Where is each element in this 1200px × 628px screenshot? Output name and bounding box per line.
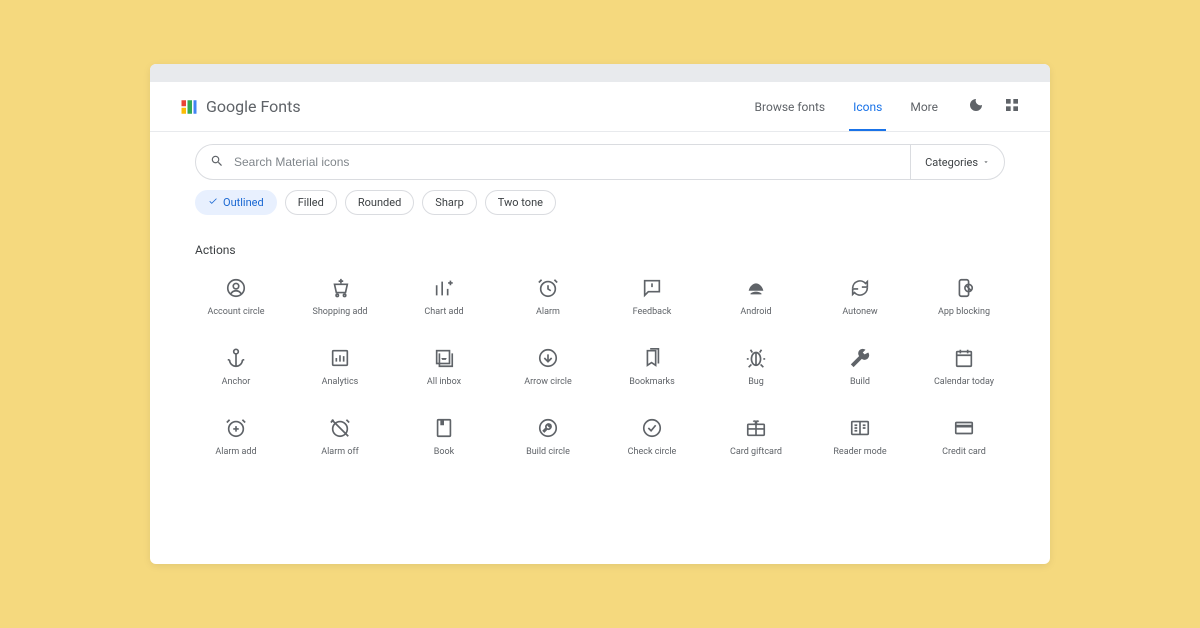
icon-android[interactable]: Android <box>706 271 806 323</box>
icon-label: Build <box>850 377 870 387</box>
icon-feedback[interactable]: Feedback <box>602 271 702 323</box>
app-window: Google Fonts Browse fonts Icons More Cat… <box>150 64 1050 564</box>
icon-all-inbox[interactable]: All inbox <box>394 341 494 393</box>
icon-label: Chart add <box>424 307 463 317</box>
icon-label: Calendar today <box>934 377 994 387</box>
icon-label: All inbox <box>427 377 461 387</box>
icon-build[interactable]: Build <box>810 341 910 393</box>
categories-dropdown[interactable]: Categories <box>910 145 1004 179</box>
icon-label: Autonew <box>842 307 877 317</box>
icon-label: Anchor <box>222 377 251 387</box>
icon-label: Bug <box>748 377 764 387</box>
chip-sharp[interactable]: Sharp <box>422 190 476 215</box>
icon-label: Account circle <box>207 307 264 317</box>
icon-label: Shopping add <box>312 307 367 317</box>
icon-label: Arrow circle <box>524 377 572 387</box>
icon-alarm-off[interactable]: Alarm off <box>290 411 390 463</box>
icon-calendar-today[interactable]: Calendar today <box>914 341 1014 393</box>
icon-bookmarks[interactable]: Bookmarks <box>602 341 702 393</box>
icon-autonew[interactable]: Autonew <box>810 271 910 323</box>
icon-label: Alarm add <box>215 447 256 457</box>
icon-label: Book <box>434 447 454 457</box>
categories-label: Categories <box>925 156 978 169</box>
chip-two-tone[interactable]: Two tone <box>485 190 556 215</box>
icon-credit-card[interactable]: Credit card <box>914 411 1014 463</box>
icon-grid: Account circle Shopping add Chart add Al… <box>150 261 1050 463</box>
icon-label: Credit card <box>942 447 986 457</box>
main-nav: Browse fonts Icons More <box>755 83 938 131</box>
icon-reader-mode[interactable]: Reader mode <box>810 411 910 463</box>
icon-book[interactable]: Book <box>394 411 494 463</box>
icon-label: Analytics <box>322 377 359 387</box>
icon-label: Alarm off <box>321 447 359 457</box>
style-chips: Outlined Filled Rounded Sharp Two tone <box>150 180 1050 215</box>
search-input[interactable] <box>234 155 896 169</box>
chip-filled[interactable]: Filled <box>285 190 337 215</box>
dark-mode-icon[interactable] <box>968 97 984 117</box>
icon-label: Feedback <box>633 307 672 317</box>
nav-more[interactable]: More <box>910 83 938 131</box>
icon-alarm[interactable]: Alarm <box>498 271 598 323</box>
icon-card-giftcard[interactable]: Card giftcard <box>706 411 806 463</box>
icon-alarm-add[interactable]: Alarm add <box>186 411 286 463</box>
icon-label: Android <box>740 307 771 317</box>
icon-label: App blocking <box>938 307 990 317</box>
icon-chart-add[interactable]: Chart add <box>394 271 494 323</box>
logo-text: Google Fonts <box>206 97 301 116</box>
icon-check-circle[interactable]: Check circle <box>602 411 702 463</box>
google-fonts-logo-icon <box>180 98 198 116</box>
browser-chrome-bar <box>150 64 1050 82</box>
check-icon <box>208 196 218 209</box>
icon-account-circle[interactable]: Account circle <box>186 271 286 323</box>
icon-label: Build circle <box>526 447 570 457</box>
chip-outlined[interactable]: Outlined <box>195 190 277 215</box>
search-box: Categories <box>195 144 1005 180</box>
icon-anchor[interactable]: Anchor <box>186 341 286 393</box>
icon-label: Check circle <box>628 447 677 457</box>
icon-arrow-circle[interactable]: Arrow circle <box>498 341 598 393</box>
nav-browse-fonts[interactable]: Browse fonts <box>755 83 826 131</box>
icon-label: Reader mode <box>833 447 886 457</box>
search-icon <box>210 153 224 172</box>
section-title: Actions <box>150 215 1050 261</box>
icon-build-circle[interactable]: Build circle <box>498 411 598 463</box>
icon-bug[interactable]: Bug <box>706 341 806 393</box>
nav-icons[interactable]: Icons <box>853 83 882 131</box>
apps-grid-icon[interactable] <box>1004 97 1020 117</box>
chip-rounded[interactable]: Rounded <box>345 190 414 215</box>
chevron-down-icon <box>982 156 990 169</box>
logo[interactable]: Google Fonts <box>180 97 301 116</box>
icon-label: Card giftcard <box>730 447 782 457</box>
icon-app-blocking[interactable]: App blocking <box>914 271 1014 323</box>
search-row: Categories <box>150 132 1050 180</box>
icon-shopping-add[interactable]: Shopping add <box>290 271 390 323</box>
icon-analytics[interactable]: Analytics <box>290 341 390 393</box>
icon-label: Alarm <box>536 307 560 317</box>
chip-outlined-label: Outlined <box>223 196 264 209</box>
icon-label: Bookmarks <box>629 377 674 387</box>
header: Google Fonts Browse fonts Icons More <box>150 82 1050 132</box>
